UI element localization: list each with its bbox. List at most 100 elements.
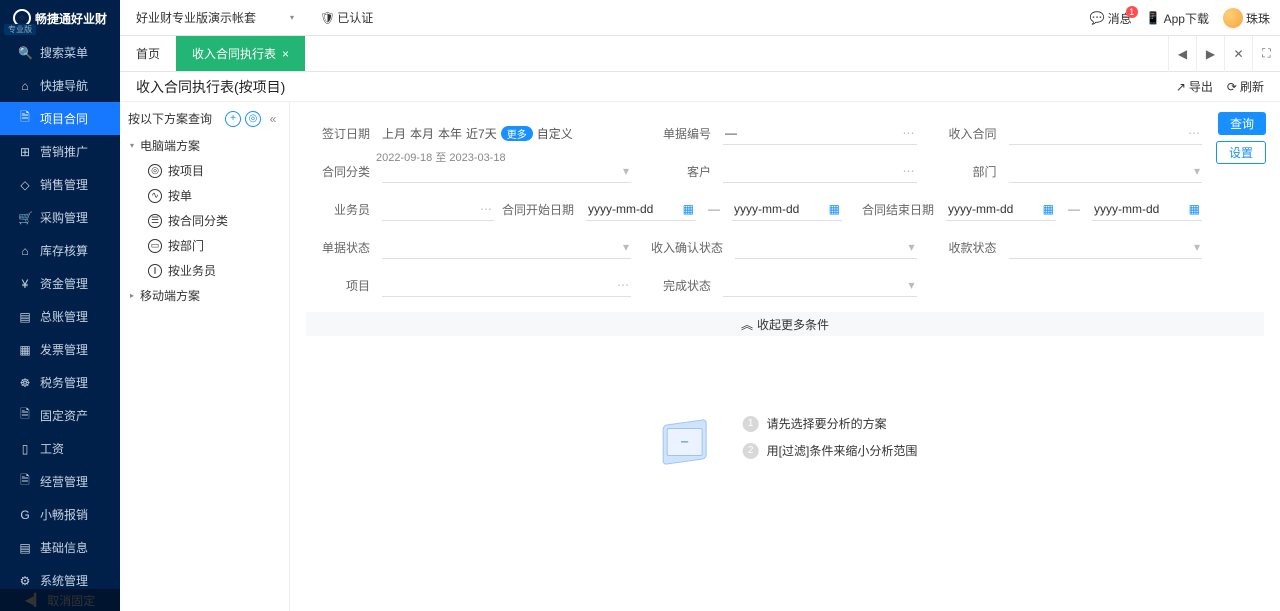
collapse-more-button[interactable]: ︽ 收起更多条件	[306, 312, 1264, 336]
sidebar-unpin[interactable]: ◀▎ 取消固定	[0, 589, 120, 611]
brand-name: 畅捷通好业财	[35, 10, 107, 27]
contract-start-from[interactable]: yyyy-mm-dd▦	[586, 197, 696, 221]
collapse-more-label: 收起更多条件	[757, 316, 829, 333]
sidebar-item-10[interactable]: ☸ 税务管理	[0, 366, 120, 399]
receipt-status-select[interactable]: ▾	[1009, 235, 1203, 259]
query-button[interactable]: 查询	[1218, 112, 1266, 135]
messages-button[interactable]: 💬 消息 1	[1090, 10, 1132, 27]
sidebar-icon: ☸	[18, 376, 32, 390]
scheme-leaf-0-2[interactable]: ☰按合同分类	[146, 208, 281, 233]
account-name: 好业财专业版演示帐套	[136, 9, 256, 26]
verified-chip[interactable]: 🛡 已认证	[320, 9, 373, 26]
customer-input[interactable]: ⋯	[723, 159, 917, 183]
sidebar-item-15[interactable]: ▤基础信息	[0, 531, 120, 564]
sidebar-item-5[interactable]: 🛒采购管理	[0, 201, 120, 234]
ellipsis-icon: ⋯	[903, 126, 915, 140]
date-opt-custom[interactable]: 自定义	[537, 125, 573, 142]
scheme-leaf-0-0[interactable]: ◎按项目	[146, 158, 281, 183]
scheme-leaf-label: 按部门	[168, 237, 204, 254]
sidebar-label: 税务管理	[40, 374, 88, 391]
sidebar-icon: ◇	[18, 178, 32, 192]
leaf-icon: ◎	[148, 164, 162, 178]
salesman-input[interactable]: ⋯	[382, 197, 494, 221]
tab-next-button[interactable]: ▶	[1196, 36, 1224, 72]
sidebar-item-13[interactable]: 🗎经营管理	[0, 465, 120, 498]
contract-start-to[interactable]: yyyy-mm-dd▦	[732, 197, 842, 221]
page-actions: ↗导出 ⟳刷新	[1176, 78, 1264, 95]
scheme-title: 按以下方案查询	[128, 110, 221, 127]
close-icon[interactable]: ×	[282, 47, 289, 61]
account-selector[interactable]: 好业财专业版演示帐套 ▾	[130, 9, 300, 26]
date-opt-more[interactable]: 更多	[501, 126, 533, 141]
app-download-button[interactable]: 📱 App下载	[1146, 10, 1209, 27]
dept-select[interactable]: ▾	[1009, 159, 1203, 183]
refresh-label: 刷新	[1240, 78, 1264, 95]
collapse-panel-button[interactable]: «	[265, 111, 281, 127]
sidebar-label: 资金管理	[40, 275, 88, 292]
sidebar-item-7[interactable]: ¥资金管理	[0, 267, 120, 300]
chevron-down-icon: ▾	[908, 240, 914, 254]
sidebar-item-14[interactable]: G小畅报销	[0, 498, 120, 531]
ellipsis-icon: ⋯	[480, 202, 492, 216]
shield-icon: 🛡	[320, 11, 335, 25]
income-confirm-select[interactable]: ▾	[735, 235, 917, 259]
date-opt-thismonth[interactable]: 本月	[410, 125, 434, 142]
sidebar-label: 采购管理	[40, 209, 88, 226]
sidebar-label: 发票管理	[40, 341, 88, 358]
tab-prev-button[interactable]: ◀	[1168, 36, 1196, 72]
scheme-leaf-0-1[interactable]: ∿按单	[146, 183, 281, 208]
brand-edition: 专业版	[4, 24, 36, 35]
contract-end-from[interactable]: yyyy-mm-dd▦	[946, 197, 1056, 221]
settings-button[interactable]: 设置	[1216, 141, 1266, 164]
sidebar-item-2[interactable]: 🗎项目合同	[0, 102, 120, 135]
complete-select[interactable]: ▾	[723, 273, 917, 297]
date-ph: yyyy-mm-dd	[1094, 202, 1159, 216]
scheme-group-0[interactable]: ▾电脑端方案	[128, 133, 281, 158]
scheme-group-1[interactable]: ▸移动端方案	[128, 283, 281, 308]
refresh-button[interactable]: ⟳刷新	[1227, 78, 1264, 95]
sidebar-item-1[interactable]: ⌂快捷导航	[0, 69, 120, 102]
export-icon: ↗	[1176, 80, 1186, 94]
sidebar-label: 固定资产	[40, 407, 88, 424]
sidebar-item-9[interactable]: ▦发票管理	[0, 333, 120, 366]
scheme-settings-button[interactable]: ◎	[245, 111, 261, 127]
empty-state: ╶╴ 1请先选择要分析的方案 2用[过滤]条件来缩小分析范围	[653, 402, 918, 472]
income-contract-input[interactable]: ⋯	[1009, 121, 1203, 145]
calendar-icon: ▦	[1043, 202, 1054, 216]
sidebar-item-6[interactable]: ⌂库存核算	[0, 234, 120, 267]
ellipsis-icon: ⋯	[1188, 126, 1200, 140]
sidebar-icon: 🗎	[18, 405, 32, 426]
add-scheme-button[interactable]: +	[225, 111, 241, 127]
export-button[interactable]: ↗导出	[1176, 78, 1213, 95]
date-opt-7days[interactable]: 近7天	[466, 125, 497, 142]
doc-no-input[interactable]: —⋯	[723, 121, 917, 145]
sidebar-icon: ⌂	[18, 79, 32, 93]
sidebar-item-12[interactable]: ▯工资	[0, 432, 120, 465]
sidebar-icon: G	[18, 508, 32, 522]
date-opt-prevmonth[interactable]: 上月	[382, 125, 406, 142]
date-opt-thisyear[interactable]: 本年	[438, 125, 462, 142]
doc-status-select[interactable]: ▾	[382, 235, 631, 259]
tab-active[interactable]: 收入合同执行表 ×	[176, 36, 305, 71]
ellipsis-icon: ⋯	[617, 278, 629, 292]
user-menu[interactable]: 珠珠	[1223, 8, 1270, 28]
tab-home[interactable]: 首页	[120, 36, 176, 71]
tab-close-all-button[interactable]: ✕	[1224, 36, 1252, 72]
sidebar-item-11[interactable]: 🗎 固定资产	[0, 399, 120, 432]
project-input[interactable]: ⋯	[382, 273, 631, 297]
tab-fullscreen-button[interactable]: ⛶	[1252, 36, 1280, 72]
scheme-leaf-0-3[interactable]: ▭按部门	[146, 233, 281, 258]
sidebar-item-4[interactable]: ◇销售管理	[0, 168, 120, 201]
phone-icon: 📱	[1146, 11, 1161, 25]
label-contract-start: 合同开始日期	[502, 201, 574, 218]
filter-actions: 查询 设置	[1216, 112, 1266, 164]
contract-end-to[interactable]: yyyy-mm-dd▦	[1092, 197, 1202, 221]
sidebar-item-0[interactable]: 🔍搜索菜单	[0, 36, 120, 69]
scheme-leaf-0-4[interactable]: ⫾按业务员	[146, 258, 281, 283]
ellipsis-icon: ⋯	[903, 164, 915, 178]
sidebar-item-3[interactable]: ⊞营销推广	[0, 135, 120, 168]
sidebar-label: 营销推广	[40, 143, 88, 160]
range-sep: —	[1062, 202, 1086, 216]
sidebar-icon: 🔍	[18, 46, 32, 60]
sidebar-item-8[interactable]: ▤总账管理	[0, 300, 120, 333]
